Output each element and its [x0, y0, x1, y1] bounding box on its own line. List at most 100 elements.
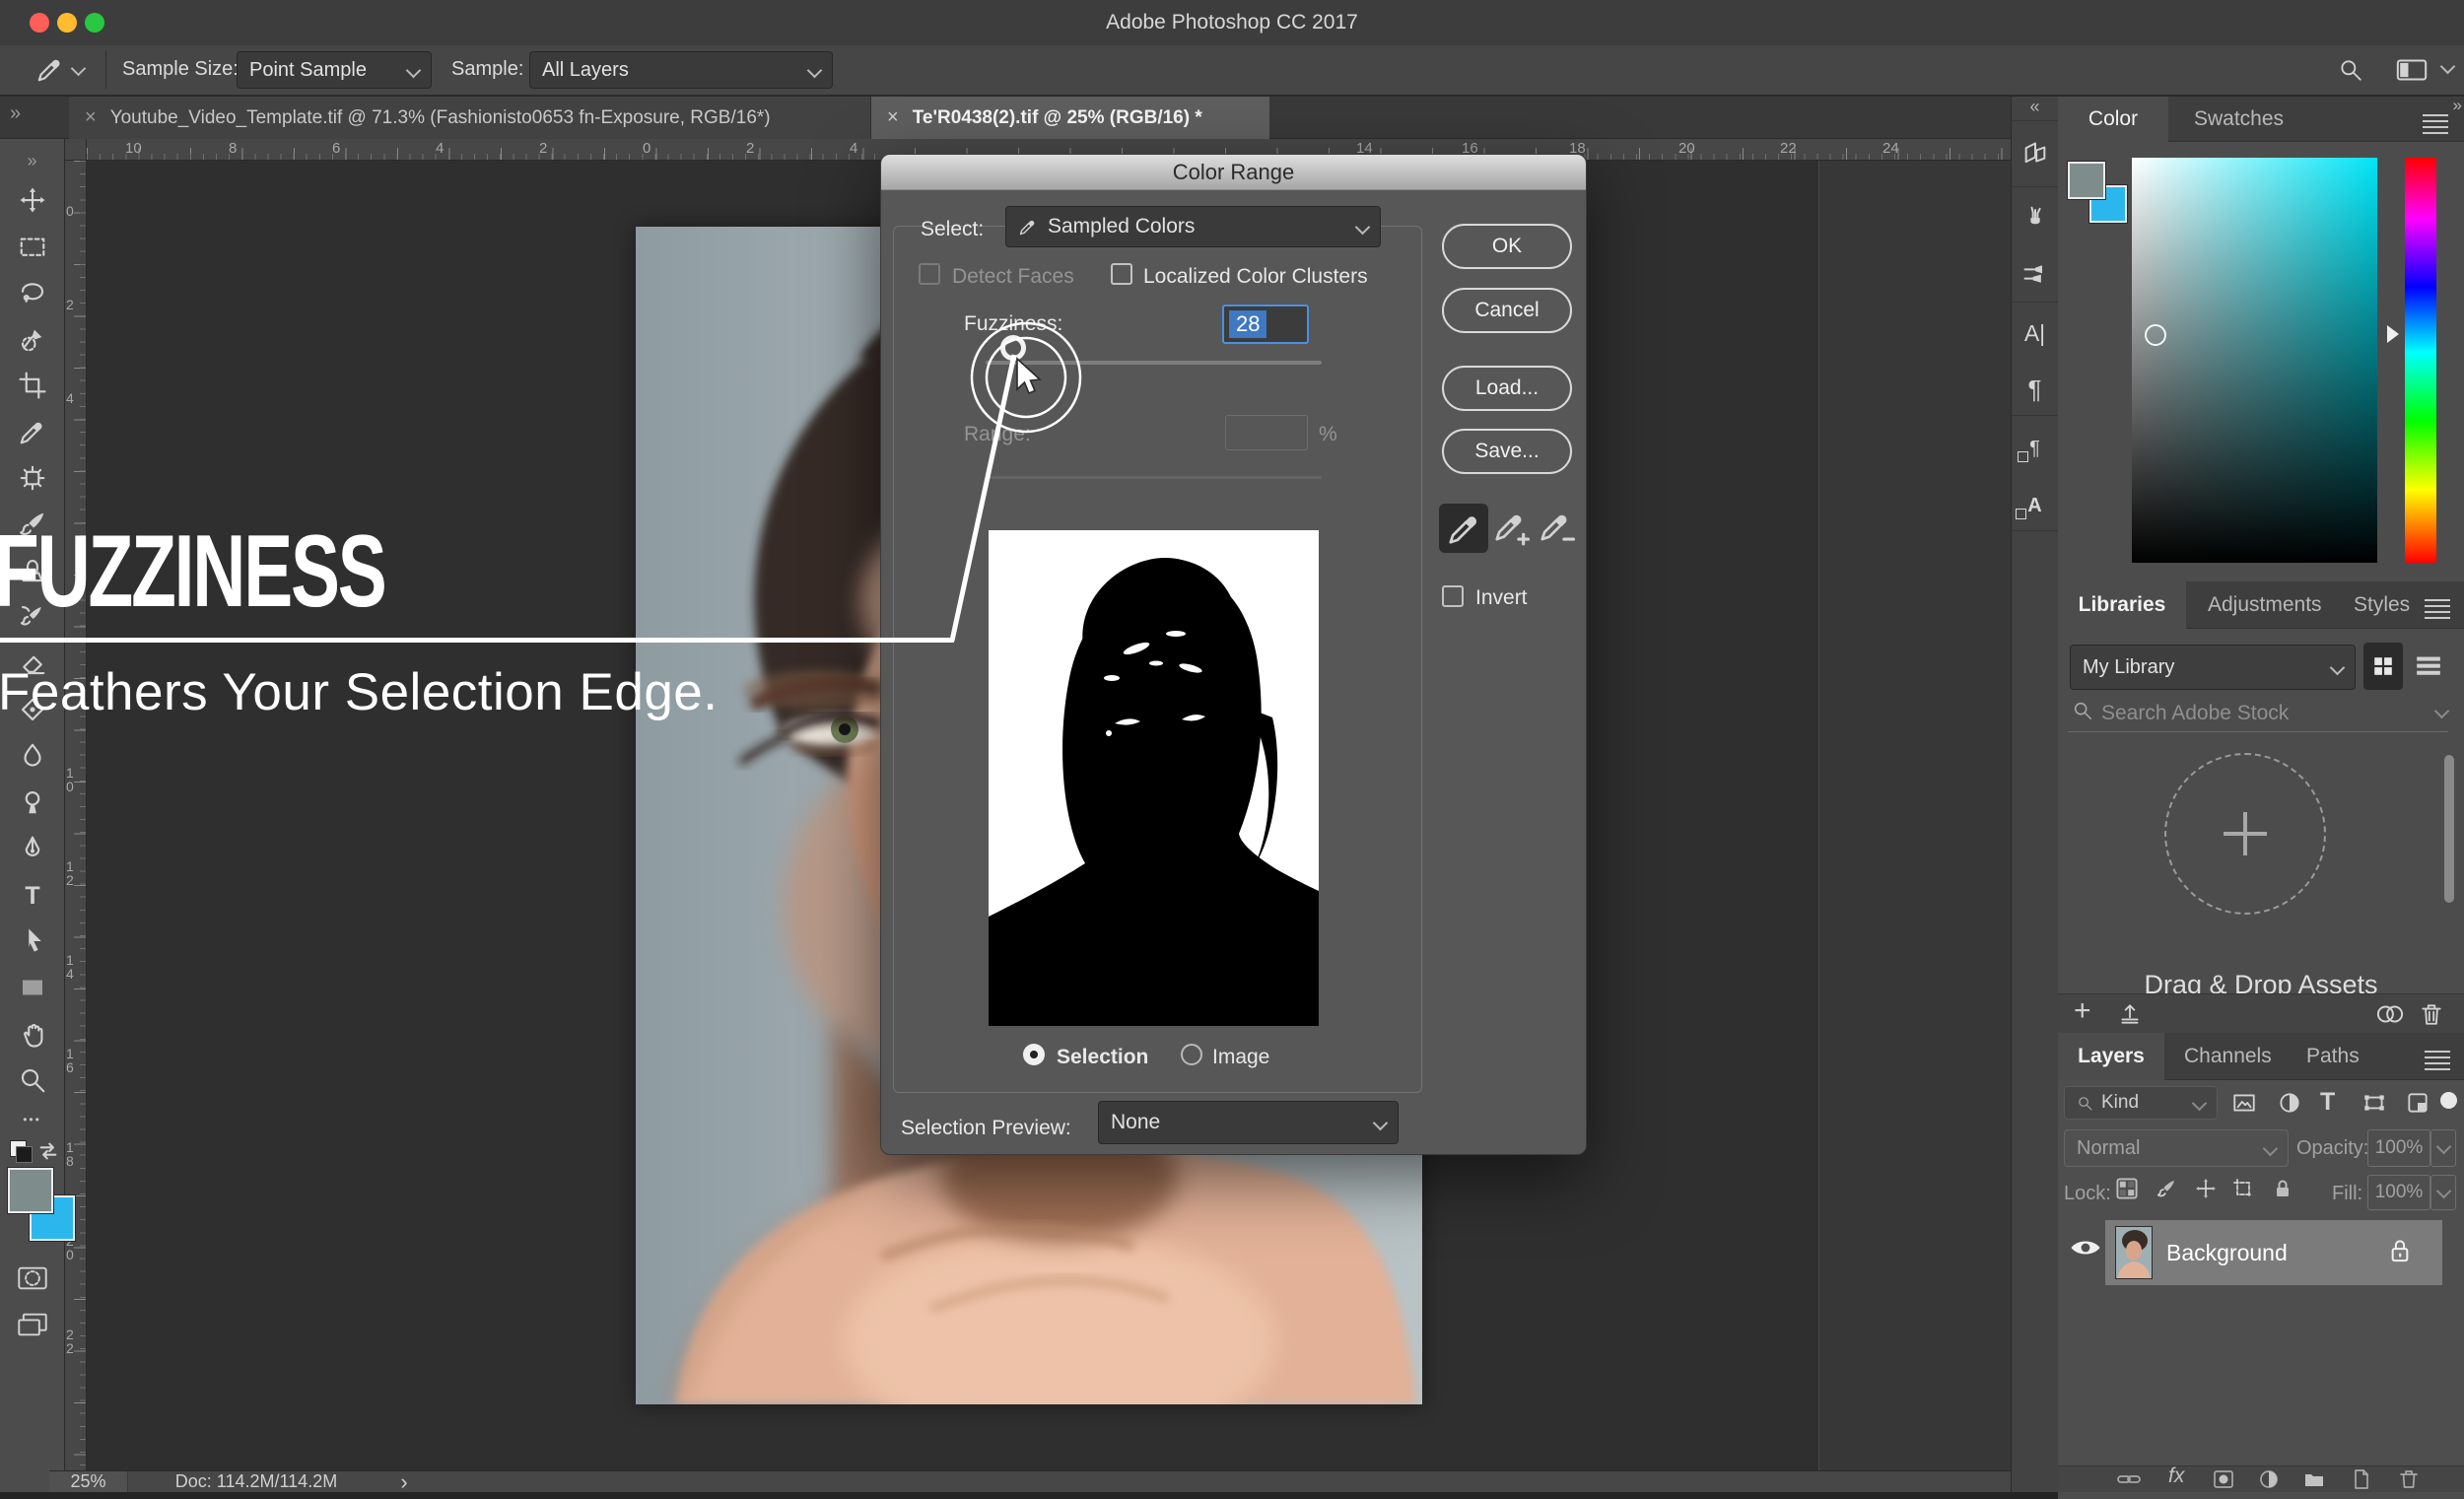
brushes-panel-icon[interactable]	[2012, 187, 2058, 246]
dropzone-circle[interactable]	[2164, 753, 2326, 915]
clone-stamp-tool[interactable]	[13, 547, 52, 593]
fuzziness-input[interactable]: 28	[1222, 305, 1309, 344]
blend-mode-select[interactable]: Normal	[2064, 1129, 2289, 1167]
fill-chevron[interactable]	[2430, 1175, 2456, 1210]
document-tab-active[interactable]: × Te'R0438(2).tif @ 25% (RGB/16) *	[871, 97, 1269, 139]
search-chevron-icon[interactable]	[2433, 703, 2450, 719]
select-dropdown[interactable]: Sampled Colors	[1005, 206, 1381, 247]
library-select[interactable]: My Library	[2070, 645, 2356, 690]
shape-tool[interactable]	[13, 964, 52, 1010]
foreground-color-swatch[interactable]	[7, 1167, 54, 1214]
workspace-icon[interactable]	[2395, 57, 2429, 83]
eyedropper-add-icon[interactable]	[1492, 510, 1530, 547]
layer-row-selected[interactable]: Background	[2105, 1220, 2442, 1285]
marquee-tool[interactable]	[13, 223, 52, 269]
toolbar-ellipsis-icon[interactable]: •••	[23, 1103, 41, 1136]
lasso-tool[interactable]	[13, 269, 52, 315]
ok-button[interactable]: OK	[1442, 224, 1572, 269]
dock-expand-icon[interactable]: »	[2060, 97, 2462, 114]
dialog-title-bar[interactable]: Color Range	[881, 155, 1586, 190]
gradient-tool[interactable]	[13, 686, 52, 732]
quick-mask-button[interactable]	[13, 1255, 52, 1301]
document-tab-inactive[interactable]: × Youtube_Video_Template.tif @ 71.3% (Fa…	[69, 97, 871, 139]
lock-transparency-icon[interactable]	[2115, 1177, 2139, 1200]
libraries-scrollbar[interactable]	[2444, 755, 2454, 903]
color-picker-field[interactable]	[2132, 158, 2377, 563]
layer-thumbnail[interactable]	[2115, 1226, 2153, 1279]
filter-type-layers-icon[interactable]: T	[2320, 1088, 2335, 1117]
eyedropper-tool[interactable]	[13, 408, 52, 454]
filter-smart-objects-icon[interactable]	[2405, 1090, 2430, 1116]
add-mask-icon[interactable]	[2212, 1467, 2235, 1491]
eyedropper-sample-icon[interactable]	[1446, 510, 1483, 547]
lock-position-icon[interactable]	[2194, 1177, 2218, 1200]
fuzziness-slider-track[interactable]	[986, 361, 1322, 365]
new-adjustment-layer-icon[interactable]	[2257, 1467, 2281, 1491]
filter-shape-layers-icon[interactable]	[2361, 1090, 2387, 1116]
hue-slider[interactable]	[2405, 158, 2436, 563]
fill-field[interactable]: 100%	[2367, 1175, 2430, 1210]
tab-paths[interactable]: Paths	[2306, 1045, 2360, 1068]
new-layer-icon[interactable]	[2350, 1467, 2373, 1491]
healing-brush-tool[interactable]	[13, 454, 52, 501]
localized-clusters-checkbox[interactable]	[1111, 263, 1132, 285]
crop-tool[interactable]	[13, 362, 52, 408]
toolbar-expand-icon[interactable]: »	[27, 151, 36, 176]
history-brush-tool[interactable]	[13, 593, 52, 640]
grid-view-button[interactable]	[2363, 643, 2403, 690]
libraries-panel-menu-icon[interactable]	[2425, 605, 2450, 607]
status-chevron-icon[interactable]: ›	[384, 1469, 424, 1495]
sample-size-select[interactable]: Point Sample	[237, 51, 432, 89]
color-picker-marker[interactable]	[2145, 324, 2166, 346]
opacity-chevron[interactable]	[2430, 1129, 2456, 1167]
close-icon[interactable]: ×	[887, 106, 899, 129]
swap-colors-icon[interactable]	[37, 1140, 59, 1162]
path-selection-tool[interactable]	[13, 918, 52, 964]
stock-search-input[interactable]: Search Adobe Stock	[2101, 702, 2289, 725]
pen-tool[interactable]	[13, 825, 52, 871]
cancel-button[interactable]: Cancel	[1442, 288, 1572, 333]
new-library-item-icon[interactable]: +	[2074, 994, 2091, 1028]
filter-toggle[interactable]	[2440, 1092, 2457, 1109]
load-button[interactable]: Load...	[1442, 366, 1572, 411]
selection-preview-dropdown[interactable]: None	[1098, 1101, 1399, 1144]
type-tool[interactable]: T	[13, 871, 52, 918]
tab-styles[interactable]: Styles	[2354, 593, 2410, 617]
tab-adjustments[interactable]: Adjustments	[2208, 593, 2322, 617]
upload-icon[interactable]	[2117, 1001, 2143, 1027]
tab-layers[interactable]: Layers	[2058, 1033, 2164, 1080]
paragraph-styles-panel-icon[interactable]: ¶	[2012, 416, 2058, 481]
filter-adjustment-layers-icon[interactable]	[2277, 1090, 2302, 1116]
quick-selection-tool[interactable]	[13, 315, 52, 362]
image-radio[interactable]	[1181, 1044, 1202, 1065]
eyedropper-subtract-icon[interactable]	[1538, 510, 1575, 547]
paragraph-panel-icon[interactable]: ¶	[2012, 364, 2058, 415]
lock-pixels-icon[interactable]	[2155, 1177, 2178, 1200]
tool-preset-chevron-icon[interactable]	[70, 60, 87, 77]
color-panel-menu-icon[interactable]	[2423, 120, 2448, 122]
tab-libraries[interactable]: Libraries	[2058, 581, 2186, 629]
delete-layer-icon[interactable]	[2397, 1467, 2421, 1491]
collapse-panels-icon[interactable]: «	[2012, 97, 2058, 120]
opacity-field[interactable]: 100%	[2367, 1129, 2430, 1167]
save-button[interactable]: Save...	[1442, 429, 1572, 474]
search-icon[interactable]	[2338, 57, 2363, 83]
layer-style-icon[interactable]: fx	[2168, 1465, 2184, 1488]
lock-artboard-icon[interactable]	[2231, 1177, 2255, 1200]
navigator-panel-icon[interactable]	[2012, 121, 2058, 186]
sample-select[interactable]: All Layers	[529, 51, 833, 89]
selection-radio[interactable]	[1023, 1044, 1045, 1065]
brush-tool[interactable]	[13, 501, 52, 547]
fuzziness-slider-handle[interactable]	[1000, 335, 1026, 361]
tab-overflow-icon[interactable]: »	[10, 102, 21, 125]
layers-panel-menu-icon[interactable]	[2425, 1056, 2450, 1058]
layer-visibility-icon[interactable]	[2070, 1236, 2101, 1260]
filter-image-layers-icon[interactable]	[2231, 1090, 2257, 1116]
layer-filter-kind-select[interactable]: Kind	[2064, 1086, 2218, 1120]
character-panel-icon[interactable]: A|	[2012, 303, 2058, 364]
link-layers-icon[interactable]	[2117, 1468, 2141, 1490]
hand-tool[interactable]	[13, 1010, 52, 1056]
list-view-button[interactable]	[2409, 643, 2448, 690]
blur-tool[interactable]	[13, 732, 52, 779]
trash-icon[interactable]	[2419, 1001, 2444, 1027]
